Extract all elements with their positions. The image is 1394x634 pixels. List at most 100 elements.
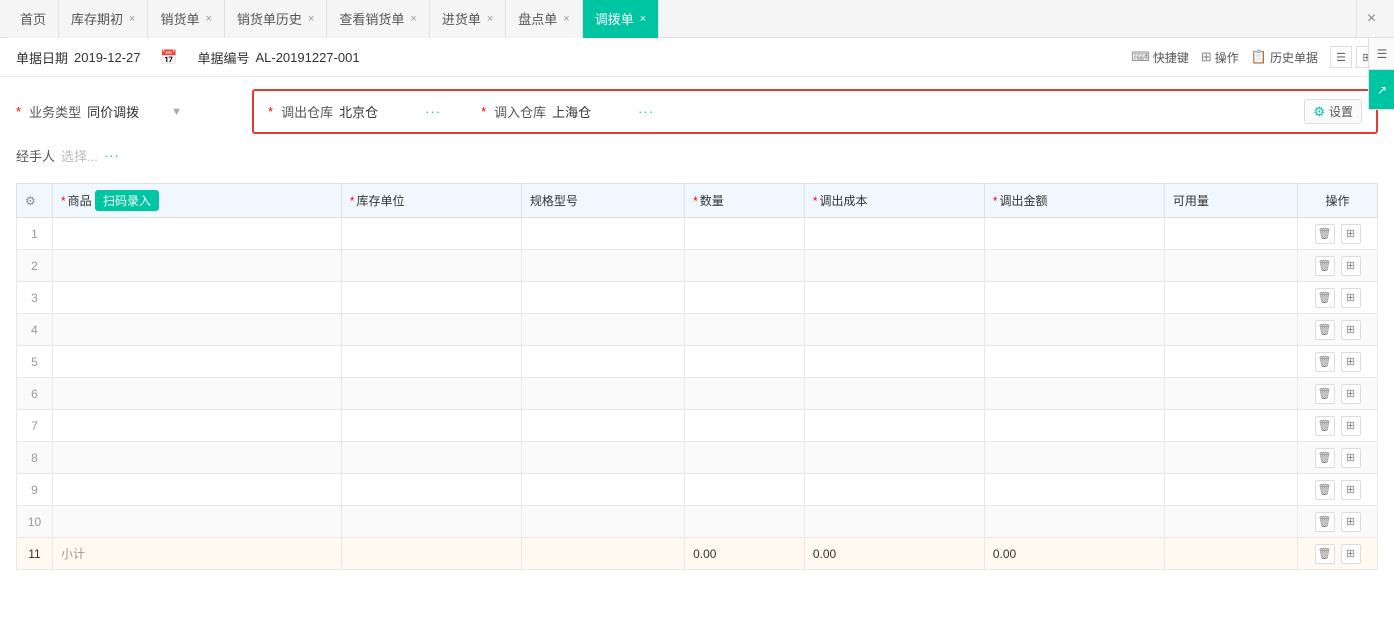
copy-icon[interactable]: ⊞ (1341, 544, 1361, 564)
cell-unit[interactable] (341, 474, 521, 506)
cell-product[interactable] (53, 282, 342, 314)
cell-product[interactable] (53, 410, 342, 442)
out-warehouse-more-button[interactable]: ··· (425, 104, 441, 119)
cell-amount[interactable] (984, 378, 1164, 410)
cell-unit[interactable] (341, 250, 521, 282)
cell-spec[interactable] (521, 442, 684, 474)
tab-stocktake[interactable]: 盘点单 × (506, 0, 582, 38)
cell-amount[interactable] (984, 410, 1164, 442)
cell-qty[interactable] (685, 250, 805, 282)
cell-amount[interactable] (984, 506, 1164, 538)
cell-product[interactable] (53, 250, 342, 282)
copy-icon[interactable]: ⊞ (1341, 288, 1361, 308)
close-icon[interactable]: × (129, 13, 135, 25)
tab-sales-history[interactable]: 销货单历史 × (225, 0, 327, 38)
delete-icon[interactable]: 🗑 (1315, 256, 1335, 276)
delete-icon[interactable]: 🗑 (1315, 224, 1335, 244)
cell-cost[interactable] (804, 410, 984, 442)
cell-spec[interactable] (521, 410, 684, 442)
cell-cost[interactable] (804, 346, 984, 378)
operation-button[interactable]: ⊞ 操作 (1201, 49, 1239, 66)
cell-cost[interactable] (804, 442, 984, 474)
list-view-button[interactable]: ☰ (1330, 46, 1352, 68)
delete-icon[interactable]: 🗑 (1315, 320, 1335, 340)
delete-icon[interactable]: 🗑 (1315, 544, 1335, 564)
close-icon[interactable]: × (205, 13, 211, 25)
close-icon[interactable]: × (640, 13, 646, 25)
tab-home[interactable]: 首页 (8, 0, 59, 38)
cell-product[interactable] (53, 218, 342, 250)
copy-icon[interactable]: ⊞ (1341, 512, 1361, 532)
close-icon[interactable]: × (487, 13, 493, 25)
cell-qty[interactable] (685, 442, 805, 474)
delete-icon[interactable]: 🗑 (1315, 512, 1335, 532)
handler-more-button[interactable]: ··· (104, 148, 120, 163)
cell-qty[interactable] (685, 282, 805, 314)
cell-amount[interactable] (984, 218, 1164, 250)
cell-spec[interactable] (521, 314, 684, 346)
copy-icon[interactable]: ⊞ (1341, 448, 1361, 468)
cell-spec[interactable] (521, 282, 684, 314)
cell-qty[interactable] (685, 314, 805, 346)
cell-amount[interactable] (984, 314, 1164, 346)
copy-icon[interactable]: ⊞ (1341, 256, 1361, 276)
history-button[interactable]: 📋 历史单据 (1251, 49, 1318, 66)
cell-unit[interactable] (341, 378, 521, 410)
cell-qty[interactable] (685, 218, 805, 250)
cell-unit[interactable] (341, 346, 521, 378)
cell-qty[interactable] (685, 346, 805, 378)
cell-amount[interactable] (984, 442, 1164, 474)
cell-spec[interactable] (521, 378, 684, 410)
cell-cost[interactable] (804, 506, 984, 538)
cell-spec[interactable] (521, 346, 684, 378)
cell-qty[interactable] (685, 506, 805, 538)
tab-view-sales[interactable]: 查看销货单 × (327, 0, 429, 38)
delete-icon[interactable]: 🗑 (1315, 288, 1335, 308)
cell-unit[interactable] (341, 442, 521, 474)
tab-purchase-order[interactable]: 进货单 × (430, 0, 506, 38)
cell-cost[interactable] (804, 282, 984, 314)
cell-cost[interactable] (804, 250, 984, 282)
delete-icon[interactable]: 🗑 (1315, 448, 1335, 468)
sidebar-list-button[interactable]: ☰ (1369, 38, 1394, 70)
cell-amount[interactable] (984, 474, 1164, 506)
cell-qty[interactable] (685, 474, 805, 506)
cell-product[interactable] (53, 378, 342, 410)
close-icon[interactable]: × (563, 13, 569, 25)
cell-amount[interactable] (984, 282, 1164, 314)
cell-amount[interactable] (984, 346, 1164, 378)
cell-unit[interactable] (341, 410, 521, 442)
cell-product[interactable] (53, 506, 342, 538)
window-close-button[interactable]: × (1356, 0, 1386, 38)
cell-qty[interactable] (685, 410, 805, 442)
copy-icon[interactable]: ⊞ (1341, 320, 1361, 340)
delete-icon[interactable]: 🗑 (1315, 384, 1335, 404)
col-gear[interactable]: ⚙ (17, 184, 53, 218)
cell-spec[interactable] (521, 474, 684, 506)
settings-button[interactable]: ⚙ 设置 (1304, 99, 1362, 124)
delete-icon[interactable]: 🗑 (1315, 480, 1335, 500)
cell-cost[interactable] (804, 218, 984, 250)
calendar-icon[interactable]: 📅 (160, 49, 177, 66)
cell-product[interactable] (53, 314, 342, 346)
cell-spec[interactable] (521, 506, 684, 538)
close-icon[interactable]: × (308, 13, 314, 25)
cell-product[interactable] (53, 442, 342, 474)
tab-inventory-init[interactable]: 库存期初 × (59, 0, 148, 38)
copy-icon[interactable]: ⊞ (1341, 480, 1361, 500)
cell-unit[interactable] (341, 282, 521, 314)
cell-spec[interactable] (521, 218, 684, 250)
tab-sales-order[interactable]: 销货单 × (148, 0, 224, 38)
scan-button[interactable]: 扫码录入 (95, 190, 159, 211)
cell-amount[interactable] (984, 250, 1164, 282)
gear-icon[interactable]: ⚙ (25, 194, 36, 208)
copy-icon[interactable]: ⊞ (1341, 352, 1361, 372)
cell-qty[interactable] (685, 378, 805, 410)
cell-unit[interactable] (341, 506, 521, 538)
sidebar-expand-button[interactable]: ↗ (1369, 70, 1394, 110)
cell-cost[interactable] (804, 378, 984, 410)
in-warehouse-more-button[interactable]: ··· (638, 104, 654, 119)
copy-icon[interactable]: ⊞ (1341, 224, 1361, 244)
cell-unit[interactable] (341, 314, 521, 346)
copy-icon[interactable]: ⊞ (1341, 416, 1361, 436)
